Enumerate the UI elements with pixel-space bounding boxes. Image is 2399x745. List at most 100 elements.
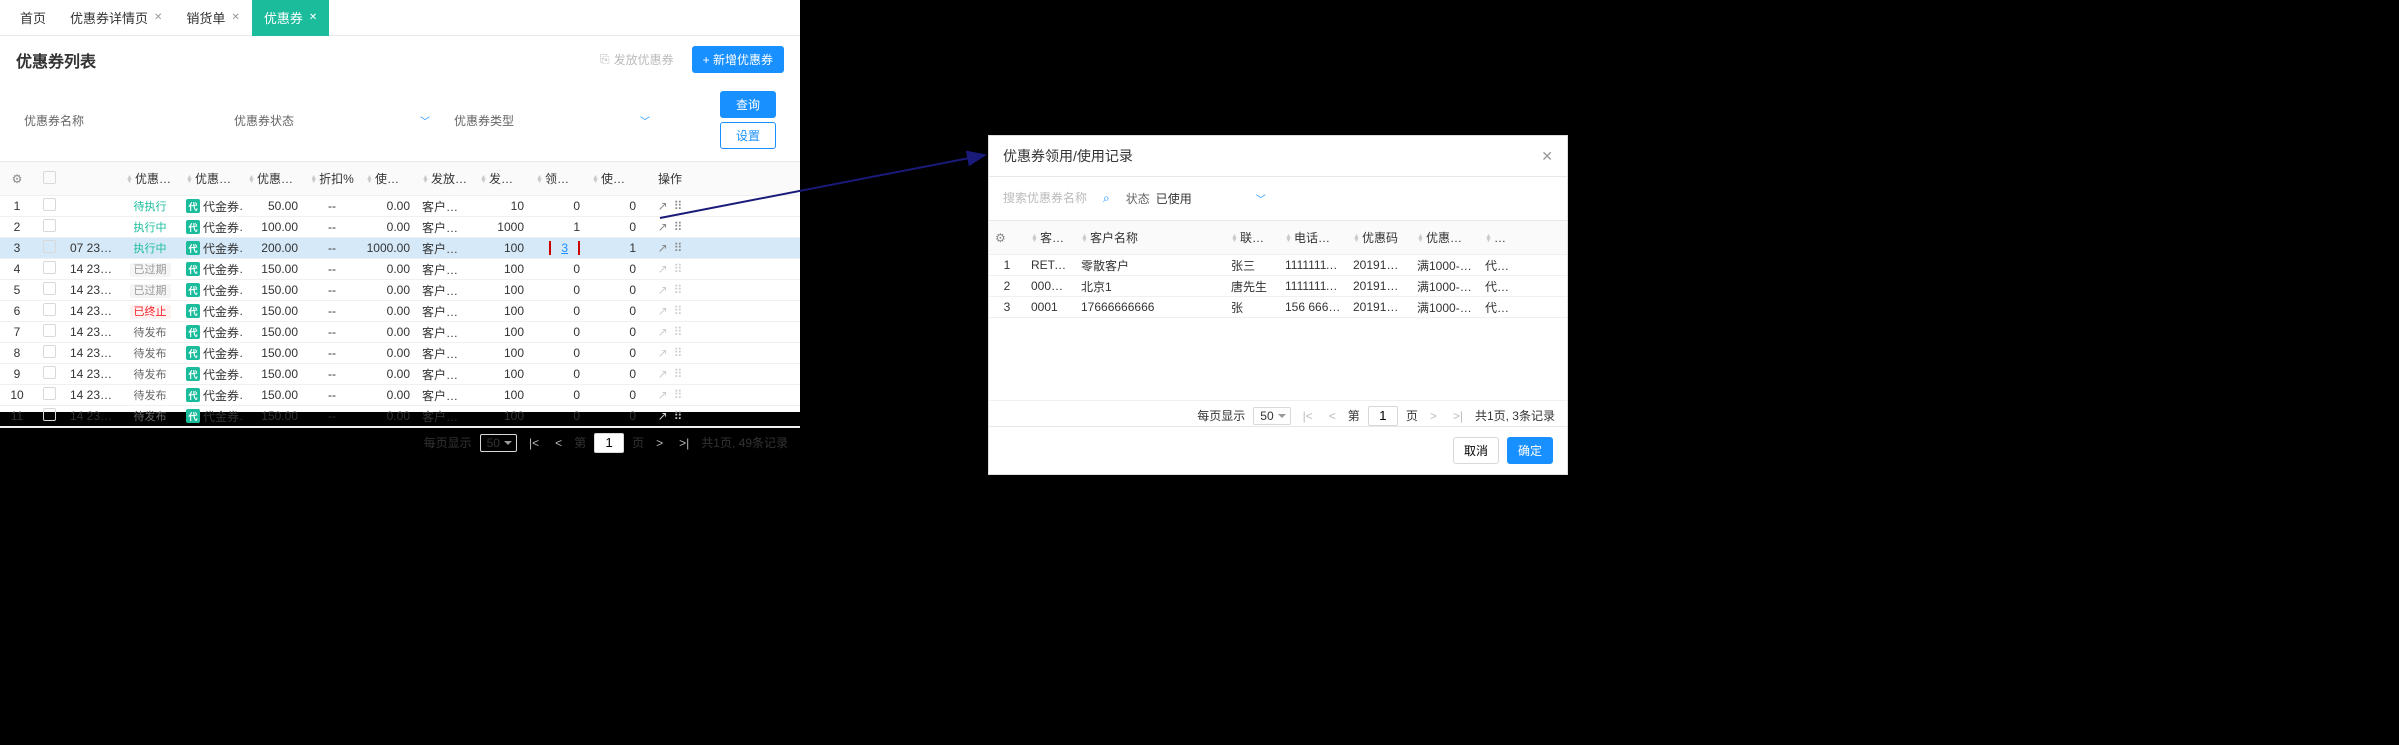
- column-header[interactable]: ▲▼优惠券面值: [242, 170, 304, 187]
- next-page-button[interactable]: >: [652, 436, 667, 450]
- sort-icon[interactable]: ▲▼: [1231, 235, 1238, 243]
- tab[interactable]: 优惠券详情页✕: [58, 0, 174, 36]
- column-header[interactable]: ▲▼发放方式: [416, 170, 474, 187]
- claimed-count-link[interactable]: 3: [549, 241, 580, 255]
- table-row[interactable]: 1RETAIL...零散客户张三111111111112019120701...…: [989, 255, 1567, 276]
- table-row[interactable]: 1待执行代代金券50.00--0.00客户领取1000 ↗ ⠿: [0, 196, 800, 217]
- page-input[interactable]: [1368, 406, 1398, 426]
- last-page-button[interactable]: >|: [675, 436, 693, 450]
- table-row[interactable]: 814 23:59待发布代代金券150.00--0.00客户领取10000 ↗ …: [0, 343, 800, 364]
- search-icon[interactable]: ⌕: [1103, 191, 1110, 206]
- sort-icon[interactable]: ▲▼: [1031, 235, 1038, 243]
- sort-icon[interactable]: ▲▼: [1485, 235, 1492, 243]
- row-checkbox[interactable]: [43, 282, 56, 295]
- row-checkbox[interactable]: [43, 324, 56, 337]
- qrcode-icon[interactable]: ⠿: [674, 346, 683, 360]
- table-row[interactable]: 3000117666666666张156 6666 ...201912070..…: [989, 297, 1567, 318]
- row-checkbox[interactable]: [43, 366, 56, 379]
- cancel-button[interactable]: 取消: [1453, 437, 1499, 464]
- close-icon[interactable]: ✕: [1541, 148, 1553, 165]
- query-button[interactable]: 查询: [720, 91, 776, 118]
- row-checkbox[interactable]: [43, 198, 56, 211]
- column-header[interactable]: ▲▼优惠主题: [1411, 229, 1479, 246]
- column-header[interactable]: ▲▼客户名称: [1075, 229, 1225, 246]
- column-header[interactable]: ▲▼客户...: [1025, 229, 1075, 246]
- first-page-button[interactable]: |<: [1299, 409, 1317, 423]
- tab[interactable]: 优惠券✕: [252, 0, 329, 36]
- table-row[interactable]: 200010001北京1唐先生111111111112019120701...满…: [989, 276, 1567, 297]
- gear-icon[interactable]: ⚙: [12, 172, 23, 186]
- ok-button[interactable]: 确定: [1507, 437, 1553, 464]
- row-checkbox[interactable]: [43, 345, 56, 358]
- filter-status-select[interactable]: ﹀: [300, 110, 430, 131]
- row-checkbox[interactable]: [43, 387, 56, 400]
- sort-icon[interactable]: ▲▼: [536, 176, 543, 184]
- qrcode-icon[interactable]: ⠿: [674, 262, 683, 276]
- first-page-button[interactable]: |<: [525, 436, 543, 450]
- sort-icon[interactable]: ▲▼: [310, 176, 317, 184]
- sort-icon[interactable]: ▲▼: [1081, 235, 1088, 243]
- column-header[interactable]: ▲▼优惠码: [1347, 229, 1411, 246]
- qrcode-icon[interactable]: ⠿: [674, 325, 683, 339]
- column-header[interactable]: ▲▼发行数量: [474, 170, 530, 187]
- column-header[interactable]: ▲▼联系人: [1225, 229, 1279, 246]
- sort-icon[interactable]: ▲▼: [366, 176, 373, 184]
- sort-icon[interactable]: ▲▼: [1285, 235, 1292, 243]
- tab[interactable]: 首页: [8, 0, 58, 36]
- table-row[interactable]: 714 23:59待发布代代金券150.00--0.00客户领取10000 ↗ …: [0, 322, 800, 343]
- qrcode-icon[interactable]: ⠿: [674, 241, 683, 255]
- table-row[interactable]: 307 23:59执行中代代金券200.00--1000.00客户领取10031…: [0, 238, 800, 259]
- table-row[interactable]: 2执行中代代金券100.00--0.00客户领取100010 ↗ ⠿: [0, 217, 800, 238]
- settings-button[interactable]: 设置: [720, 122, 776, 149]
- table-row[interactable]: 614 23:59已终止代代金券150.00--0.00客户领取10000 ↗ …: [0, 301, 800, 322]
- distribute-coupon-button[interactable]: ⎘ 发放优惠券: [590, 46, 684, 73]
- page-input[interactable]: [594, 433, 624, 453]
- column-header[interactable]: ▲▼优惠券类: [1479, 229, 1523, 246]
- sort-icon[interactable]: ▲▼: [186, 176, 193, 184]
- qrcode-icon[interactable]: ⠿: [674, 283, 683, 297]
- close-icon[interactable]: ✕: [154, 12, 162, 23]
- sort-icon[interactable]: ▲▼: [126, 176, 133, 184]
- table-row[interactable]: 1114 23:59待发布代代金券150.00--0.00客户领取10000 ↗…: [0, 406, 800, 427]
- table-row[interactable]: 514 23:59已过期代代金券150.00--0.00客户领取10000 ↗ …: [0, 280, 800, 301]
- column-header[interactable]: ▲▼折扣%: [304, 170, 360, 187]
- tab[interactable]: 销货单✕: [174, 0, 251, 36]
- table-row[interactable]: 1014 23:59待发布代代金券150.00--0.00客户领取10000 ↗…: [0, 385, 800, 406]
- sort-icon[interactable]: ▲▼: [248, 176, 255, 184]
- table-row[interactable]: 414 23:59已过期代代金券150.00--0.00客户领取10000 ↗ …: [0, 259, 800, 280]
- search-input[interactable]: [1003, 191, 1103, 205]
- column-header[interactable]: ▲▼优惠券状态: [120, 170, 180, 187]
- sort-icon[interactable]: ▲▼: [480, 176, 487, 184]
- column-header[interactable]: ▲▼使用门槛...: [360, 170, 416, 187]
- add-coupon-button[interactable]: + 新增优惠券: [692, 46, 784, 73]
- qrcode-icon[interactable]: ⠿: [674, 220, 683, 234]
- sort-icon[interactable]: ▲▼: [1353, 235, 1360, 243]
- row-checkbox[interactable]: [43, 219, 56, 232]
- table-row[interactable]: 914 23:59待发布代代金券150.00--0.00客户领取10000 ↗ …: [0, 364, 800, 385]
- qrcode-icon[interactable]: ⠿: [674, 199, 683, 213]
- column-header[interactable]: ▲▼使用数量: [586, 170, 642, 187]
- row-checkbox[interactable]: [43, 408, 56, 421]
- sort-icon[interactable]: ▲▼: [592, 176, 599, 184]
- open-icon[interactable]: ↗: [658, 199, 668, 213]
- select-all-checkbox[interactable]: [43, 171, 56, 184]
- row-checkbox[interactable]: [43, 240, 56, 253]
- filter-type-select[interactable]: ﹀: [520, 110, 650, 131]
- per-page-select[interactable]: 50: [1253, 407, 1290, 425]
- prev-page-button[interactable]: <: [1325, 409, 1340, 423]
- qrcode-icon[interactable]: ⠿: [674, 367, 683, 381]
- modal-status-select[interactable]: 已使用 ﹀: [1156, 187, 1266, 210]
- open-icon[interactable]: ↗: [658, 220, 668, 234]
- next-page-button[interactable]: >: [1426, 409, 1441, 423]
- close-icon[interactable]: ✕: [309, 12, 317, 23]
- open-icon[interactable]: ↗: [658, 241, 668, 255]
- gear-icon[interactable]: ⚙: [995, 231, 1006, 245]
- filter-name-input[interactable]: [90, 109, 210, 131]
- row-checkbox[interactable]: [43, 261, 56, 274]
- prev-page-button[interactable]: <: [551, 436, 566, 450]
- sort-icon[interactable]: ▲▼: [1417, 235, 1424, 243]
- qrcode-icon[interactable]: ⠿: [674, 409, 683, 423]
- per-page-select[interactable]: 50: [480, 434, 517, 452]
- column-header[interactable]: ▲▼优惠券类型: [180, 170, 242, 187]
- close-icon[interactable]: ✕: [231, 12, 239, 23]
